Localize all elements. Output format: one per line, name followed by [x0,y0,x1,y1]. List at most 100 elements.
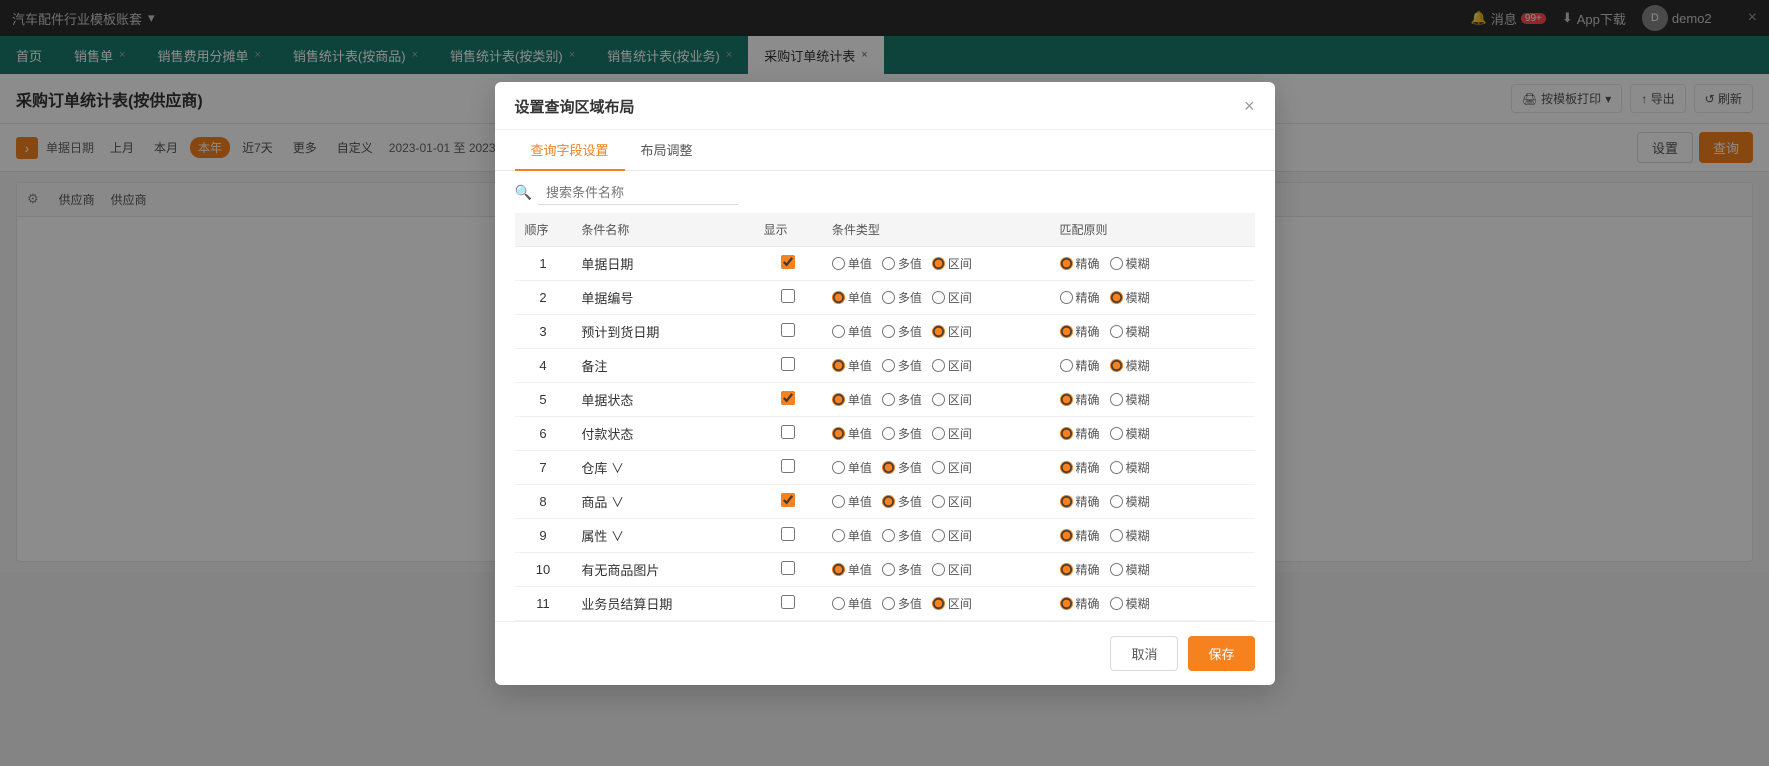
type-radio-single[interactable]: 单值 [832,391,872,408]
type-radio-input-range[interactable] [932,563,945,576]
type-radio-single[interactable]: 单值 [832,425,872,442]
type-radio-input-multi[interactable] [882,325,895,338]
match-radio-fuzzy[interactable]: 模糊 [1110,323,1150,340]
type-radio-input-range[interactable] [932,359,945,372]
type-radio-input-single[interactable] [832,257,845,270]
type-radio-input-multi[interactable] [882,291,895,304]
type-radio-multi[interactable]: 多值 [882,459,922,476]
type-radio-range[interactable]: 区间 [932,323,972,340]
type-radio-range[interactable]: 区间 [932,595,972,612]
match-radio-fuzzy[interactable]: 模糊 [1110,357,1150,374]
type-radio-input-single[interactable] [832,427,845,440]
match-radio-input-exact[interactable] [1060,291,1073,304]
display-checkbox[interactable] [781,459,795,473]
match-radio-fuzzy[interactable]: 模糊 [1110,391,1150,408]
type-radio-single[interactable]: 单值 [832,459,872,476]
type-radio-range[interactable]: 区间 [932,255,972,272]
match-radio-exact[interactable]: 精确 [1060,255,1100,272]
modal-tab-query-fields[interactable]: 查询字段设置 [515,130,625,171]
match-radio-input-fuzzy[interactable] [1110,495,1123,508]
type-radio-input-range[interactable] [932,461,945,474]
type-radio-input-range[interactable] [932,427,945,440]
type-radio-input-single[interactable] [832,359,845,372]
type-radio-input-single[interactable] [832,597,845,610]
display-checkbox[interactable] [781,323,795,337]
display-checkbox[interactable] [781,391,795,405]
match-radio-input-exact[interactable] [1060,325,1073,338]
type-radio-single[interactable]: 单值 [832,561,872,578]
type-radio-input-range[interactable] [932,257,945,270]
type-radio-input-single[interactable] [832,529,845,542]
type-radio-multi[interactable]: 多值 [882,493,922,510]
match-radio-input-exact[interactable] [1060,597,1073,610]
type-radio-multi[interactable]: 多值 [882,595,922,612]
type-radio-multi[interactable]: 多值 [882,391,922,408]
match-radio-exact[interactable]: 精确 [1060,425,1100,442]
type-radio-input-single[interactable] [832,495,845,508]
type-radio-input-multi[interactable] [882,359,895,372]
match-radio-exact[interactable]: 精确 [1060,561,1100,578]
type-radio-input-multi[interactable] [882,461,895,474]
type-radio-single[interactable]: 单值 [832,527,872,544]
type-radio-range[interactable]: 区间 [932,391,972,408]
display-checkbox[interactable] [781,493,795,507]
match-radio-input-exact[interactable] [1060,461,1073,474]
match-radio-input-exact[interactable] [1060,393,1073,406]
type-radio-multi[interactable]: 多值 [882,255,922,272]
type-radio-range[interactable]: 区间 [932,357,972,374]
type-radio-range[interactable]: 区间 [932,493,972,510]
type-radio-input-single[interactable] [832,393,845,406]
save-button[interactable]: 保存 [1188,636,1254,671]
display-checkbox[interactable] [781,595,795,609]
type-radio-input-multi[interactable] [882,427,895,440]
match-radio-input-fuzzy[interactable] [1110,359,1123,372]
type-radio-input-range[interactable] [932,393,945,406]
display-checkbox[interactable] [781,357,795,371]
search-input[interactable] [538,181,738,205]
match-radio-fuzzy[interactable]: 模糊 [1110,527,1150,544]
type-radio-single[interactable]: 单值 [832,289,872,306]
type-radio-range[interactable]: 区间 [932,459,972,476]
match-radio-input-fuzzy[interactable] [1110,461,1123,474]
match-radio-exact[interactable]: 精确 [1060,595,1100,612]
modal-tab-layout[interactable]: 布局调整 [625,130,709,171]
match-radio-fuzzy[interactable]: 模糊 [1110,561,1150,578]
match-radio-fuzzy[interactable]: 模糊 [1110,425,1150,442]
type-radio-single[interactable]: 单值 [832,493,872,510]
type-radio-range[interactable]: 区间 [932,561,972,578]
match-radio-input-exact[interactable] [1060,257,1073,270]
match-radio-fuzzy[interactable]: 模糊 [1110,595,1150,612]
match-radio-input-exact[interactable] [1060,495,1073,508]
type-radio-input-range[interactable] [932,529,945,542]
display-checkbox[interactable] [781,289,795,303]
type-radio-input-single[interactable] [832,461,845,474]
type-radio-input-multi[interactable] [882,597,895,610]
match-radio-input-fuzzy[interactable] [1110,291,1123,304]
match-radio-exact[interactable]: 精确 [1060,459,1100,476]
match-radio-input-exact[interactable] [1060,359,1073,372]
type-radio-input-single[interactable] [832,325,845,338]
match-radio-fuzzy[interactable]: 模糊 [1110,459,1150,476]
match-radio-input-exact[interactable] [1060,563,1073,576]
match-radio-exact[interactable]: 精确 [1060,289,1100,306]
type-radio-input-range[interactable] [932,291,945,304]
type-radio-multi[interactable]: 多值 [882,561,922,578]
type-radio-input-multi[interactable] [882,563,895,576]
type-radio-multi[interactable]: 多值 [882,323,922,340]
type-radio-input-single[interactable] [832,563,845,576]
match-radio-input-exact[interactable] [1060,529,1073,542]
type-radio-input-multi[interactable] [882,257,895,270]
type-radio-input-multi[interactable] [882,393,895,406]
match-radio-input-fuzzy[interactable] [1110,393,1123,406]
type-radio-single[interactable]: 单值 [832,323,872,340]
type-radio-multi[interactable]: 多值 [882,527,922,544]
match-radio-fuzzy[interactable]: 模糊 [1110,289,1150,306]
display-checkbox[interactable] [781,527,795,541]
type-radio-input-multi[interactable] [882,495,895,508]
match-radio-exact[interactable]: 精确 [1060,391,1100,408]
type-radio-input-range[interactable] [932,597,945,610]
display-checkbox[interactable] [781,561,795,575]
type-radio-input-single[interactable] [832,291,845,304]
display-checkbox[interactable] [781,425,795,439]
type-radio-multi[interactable]: 多值 [882,357,922,374]
